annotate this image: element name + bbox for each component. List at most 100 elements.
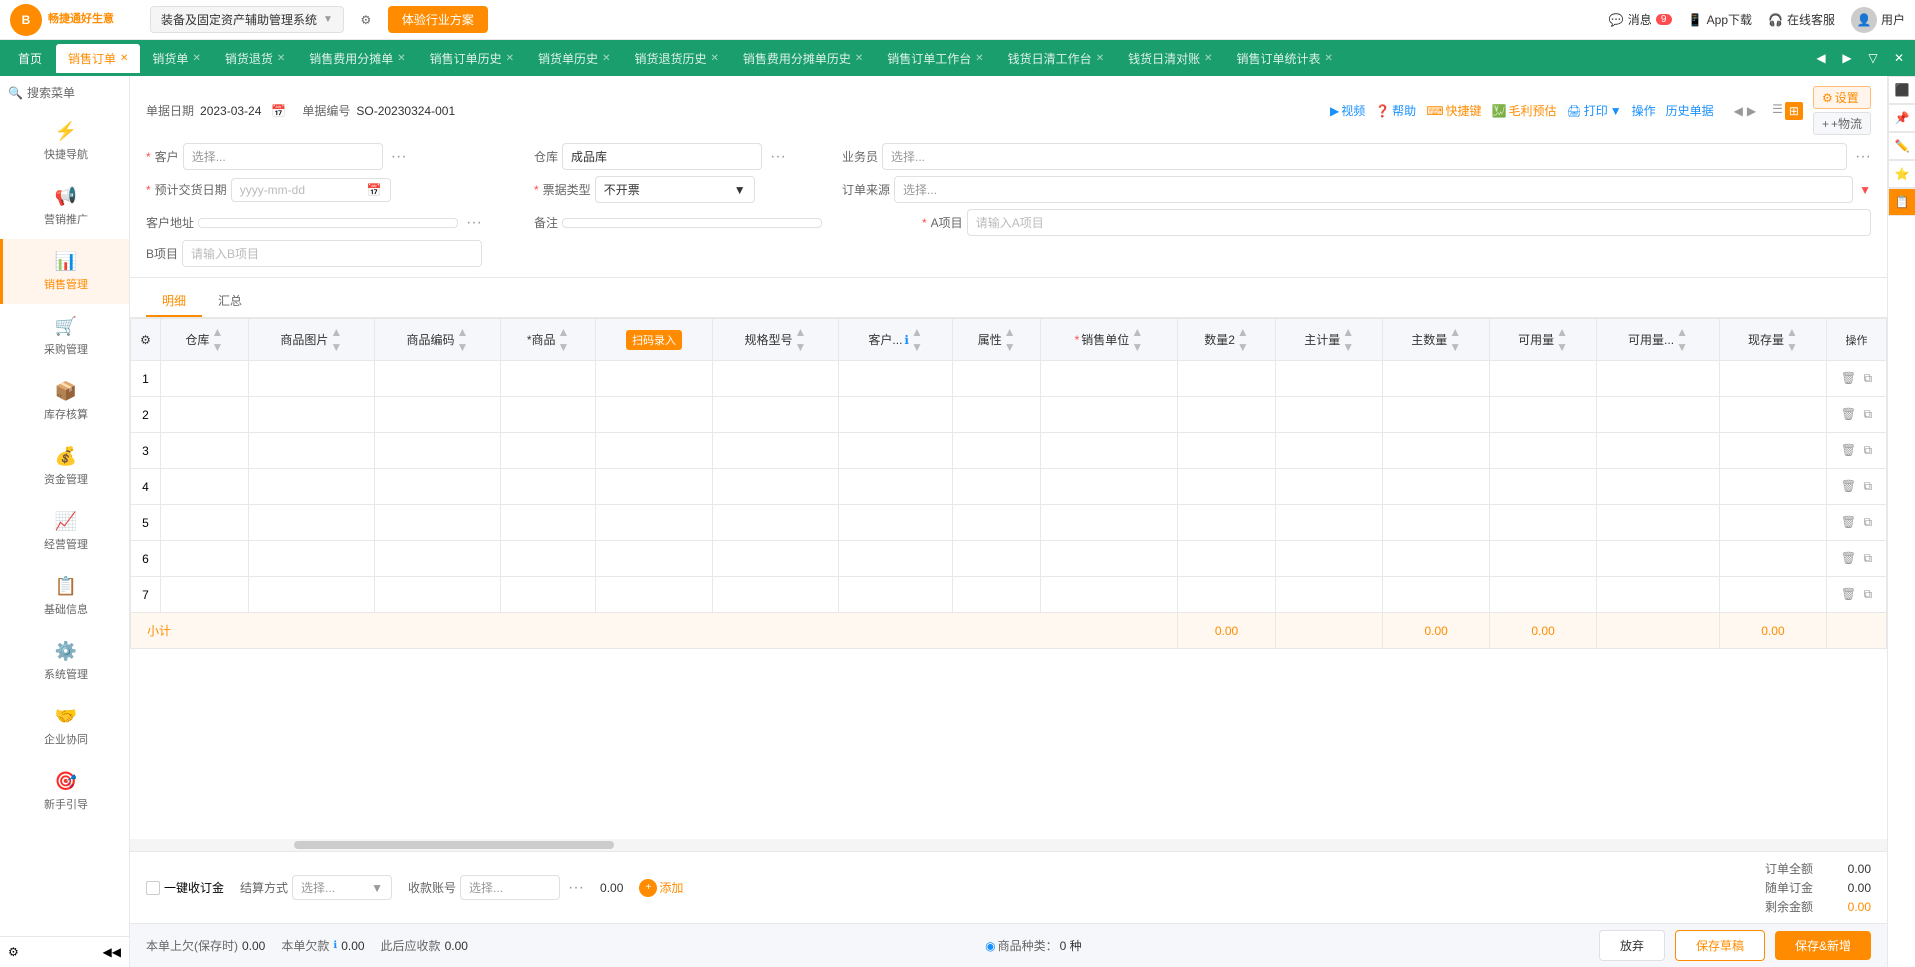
sidebar-settings-icon[interactable]: ⚙ — [8, 945, 19, 959]
industry-solution-button[interactable]: 体验行业方案 — [388, 6, 488, 33]
sidebar-search[interactable]: 🔍 搜索菜单 — [0, 76, 129, 109]
tab-close-icon[interactable]: ✕ — [602, 53, 610, 64]
tab-close-icon[interactable]: ✕ — [1204, 53, 1212, 64]
sidebar-item-operations[interactable]: 📈 经营管理 — [0, 499, 129, 564]
salesperson-input[interactable]: 选择... — [882, 143, 1847, 170]
th-customer-code[interactable]: 客户...ℹ▲▼ — [839, 319, 953, 361]
one-click-collect-checkbox[interactable]: 一键收订金 — [146, 879, 224, 896]
print-dropdown-icon[interactable]: ▼ — [1610, 104, 1622, 118]
tab-order-workbench[interactable]: 销售订单工作台 ✕ — [875, 44, 995, 73]
sidebar-collapse-button[interactable]: ◀◀ — [103, 945, 121, 959]
sidebar-item-purchase[interactable]: 🛒 采购管理 — [0, 304, 129, 369]
order-source-input[interactable]: 选择... — [894, 176, 1853, 203]
invoice-type-select[interactable]: 不开票 ▼ — [595, 176, 755, 203]
sidebar-item-quick-nav[interactable]: ⚡ 快捷导航 — [0, 109, 129, 174]
right-icon-1[interactable]: ⬛ — [1888, 76, 1915, 104]
scroll-thumb[interactable] — [294, 841, 614, 849]
customer-expand-icon[interactable]: ··· — [391, 148, 407, 166]
tab-sales-return[interactable]: 销货退货 ✕ — [213, 44, 297, 73]
address-expand-icon[interactable]: ··· — [466, 214, 482, 232]
a-project-input[interactable]: 请输入A项目 — [967, 209, 1871, 236]
save-draft-button[interactable]: 保存草稿 — [1675, 930, 1765, 961]
view-video-button[interactable]: ▶ 视频 — [1330, 102, 1365, 119]
tab-sales-expense[interactable]: 销售费用分摊单 ✕ — [297, 44, 417, 73]
tab-prev-button[interactable]: ◀ — [1809, 46, 1833, 70]
tab-close-icon[interactable]: ✕ — [1096, 53, 1104, 64]
tab-close-icon[interactable]: ✕ — [277, 53, 285, 64]
tab-close-icon[interactable]: ✕ — [975, 53, 983, 64]
settings-button[interactable]: ⚙ 设置 — [1813, 86, 1871, 109]
row-copy-icon[interactable]: ⧉ — [1864, 407, 1873, 421]
right-icon-5[interactable]: 📋 — [1888, 188, 1915, 216]
sidebar-item-enterprise[interactable]: 🤝 企业协同 — [0, 694, 129, 759]
right-icon-2[interactable]: 📌 — [1888, 104, 1915, 132]
th-product-code[interactable]: 商品编码▲▼ — [374, 319, 500, 361]
row-copy-icon[interactable]: ⧉ — [1864, 551, 1873, 565]
add-button[interactable]: + 添加 — [639, 879, 683, 897]
tab-expense-history[interactable]: 销售费用分摊单历史 ✕ — [731, 44, 875, 73]
tab-sales-stats[interactable]: 销售订单统计表 ✕ — [1224, 44, 1344, 73]
list-view-icon[interactable]: ☰ — [1772, 102, 1783, 120]
th-settings[interactable]: ⚙ — [131, 319, 161, 361]
th-available[interactable]: 可用量▲▼ — [1490, 319, 1597, 361]
sidebar-item-marketing[interactable]: 📢 营销推广 — [0, 174, 129, 239]
account-select[interactable]: 选择... — [460, 875, 560, 900]
th-spec[interactable]: 规格型号▲▼ — [712, 319, 838, 361]
app-download-button[interactable]: 📱 App下载 — [1688, 11, 1752, 28]
th-main-unit[interactable]: 主计量▲▼ — [1276, 319, 1383, 361]
row-copy-icon[interactable]: ⧉ — [1864, 443, 1873, 457]
add-logistics-button[interactable]: + +物流 — [1813, 112, 1871, 135]
tab-close-all-button[interactable]: ✕ — [1887, 46, 1911, 70]
row-delete-icon[interactable]: 🗑 — [1841, 407, 1856, 421]
sidebar-item-guide[interactable]: 🎯 新手引导 — [0, 759, 129, 824]
tab-summary[interactable]: 汇总 — [202, 286, 258, 317]
tab-return-history[interactable]: 销货退货历史 ✕ — [622, 44, 730, 73]
tab-daily-reconcile[interactable]: 钱货日清对账 ✕ — [1116, 44, 1224, 73]
table-settings-icon[interactable]: ⚙ — [140, 333, 151, 347]
th-unit[interactable]: *销售单位▲▼ — [1041, 319, 1178, 361]
help-button[interactable]: ❓ 帮助 — [1375, 102, 1416, 119]
arrow-left-icon[interactable]: ◀ — [1734, 104, 1743, 118]
grid-view-icon[interactable]: ⊞ — [1785, 102, 1803, 120]
row-delete-icon[interactable]: 🗑 — [1841, 515, 1856, 529]
scroll-bar[interactable] — [130, 839, 1887, 851]
sidebar-item-basic-info[interactable]: 📋 基础信息 — [0, 564, 129, 629]
th-attribute[interactable]: 属性▲▼ — [953, 319, 1041, 361]
th-main-qty[interactable]: 主数量▲▼ — [1383, 319, 1490, 361]
tab-detail[interactable]: 明细 — [146, 286, 202, 317]
salesperson-expand-icon[interactable]: ··· — [1855, 148, 1871, 166]
checkbox-icon[interactable] — [146, 881, 160, 895]
shortcuts-button[interactable]: ⌨ 快捷键 — [1426, 102, 1481, 119]
th-warehouse[interactable]: 仓库▲▼ — [161, 319, 249, 361]
warehouse-expand-icon[interactable]: ··· — [770, 148, 786, 166]
row-delete-icon[interactable]: 🗑 — [1841, 443, 1856, 457]
operations-button[interactable]: 操作 — [1632, 102, 1656, 119]
user-button[interactable]: 👤 用户 — [1851, 7, 1905, 33]
tab-home[interactable]: 首页 — [4, 44, 56, 73]
tab-menu-button[interactable]: ▽ — [1861, 46, 1885, 70]
tab-close-icon[interactable]: ✕ — [397, 53, 405, 64]
row-copy-icon[interactable]: ⧉ — [1864, 587, 1873, 601]
discard-button[interactable]: 放弃 — [1599, 930, 1665, 961]
account-expand-icon[interactable]: ··· — [568, 879, 584, 897]
tab-close-icon[interactable]: ✕ — [192, 53, 200, 64]
calendar-icon[interactable]: 📅 — [271, 104, 286, 118]
profit-forecast-button[interactable]: 💹 毛利预估 — [1492, 102, 1557, 119]
messages-button[interactable]: 💬 消息 9 — [1609, 11, 1672, 28]
tab-sales-order[interactable]: 销售订单 ✕ — [56, 44, 140, 73]
online-service-button[interactable]: 🎧 在线客服 — [1768, 11, 1835, 28]
row-copy-icon[interactable]: ⧉ — [1864, 515, 1873, 529]
sidebar-item-sales[interactable]: 📊 销售管理 — [0, 239, 129, 304]
right-icon-4[interactable]: ⭐ — [1888, 160, 1915, 188]
b-project-input[interactable]: 请输入B项目 — [182, 240, 482, 267]
system-selector[interactable]: 装备及固定资产辅助管理系统 ▼ — [150, 6, 344, 33]
th-current-stock[interactable]: 现存量▲▼ — [1719, 319, 1826, 361]
scan-button[interactable]: 扫码录入 — [626, 330, 682, 350]
th-qty2[interactable]: 数量2▲▼ — [1177, 319, 1275, 361]
save-new-button[interactable]: 保存&新增 — [1775, 931, 1871, 960]
tab-close-icon[interactable]: ✕ — [506, 53, 514, 64]
print-button[interactable]: 🖨 打印 ▼ — [1567, 102, 1622, 119]
row-delete-icon[interactable]: 🗑 — [1841, 587, 1856, 601]
sidebar-item-system[interactable]: ⚙️ 系统管理 — [0, 629, 129, 694]
tab-sales-goods[interactable]: 销货单 ✕ — [140, 44, 212, 73]
